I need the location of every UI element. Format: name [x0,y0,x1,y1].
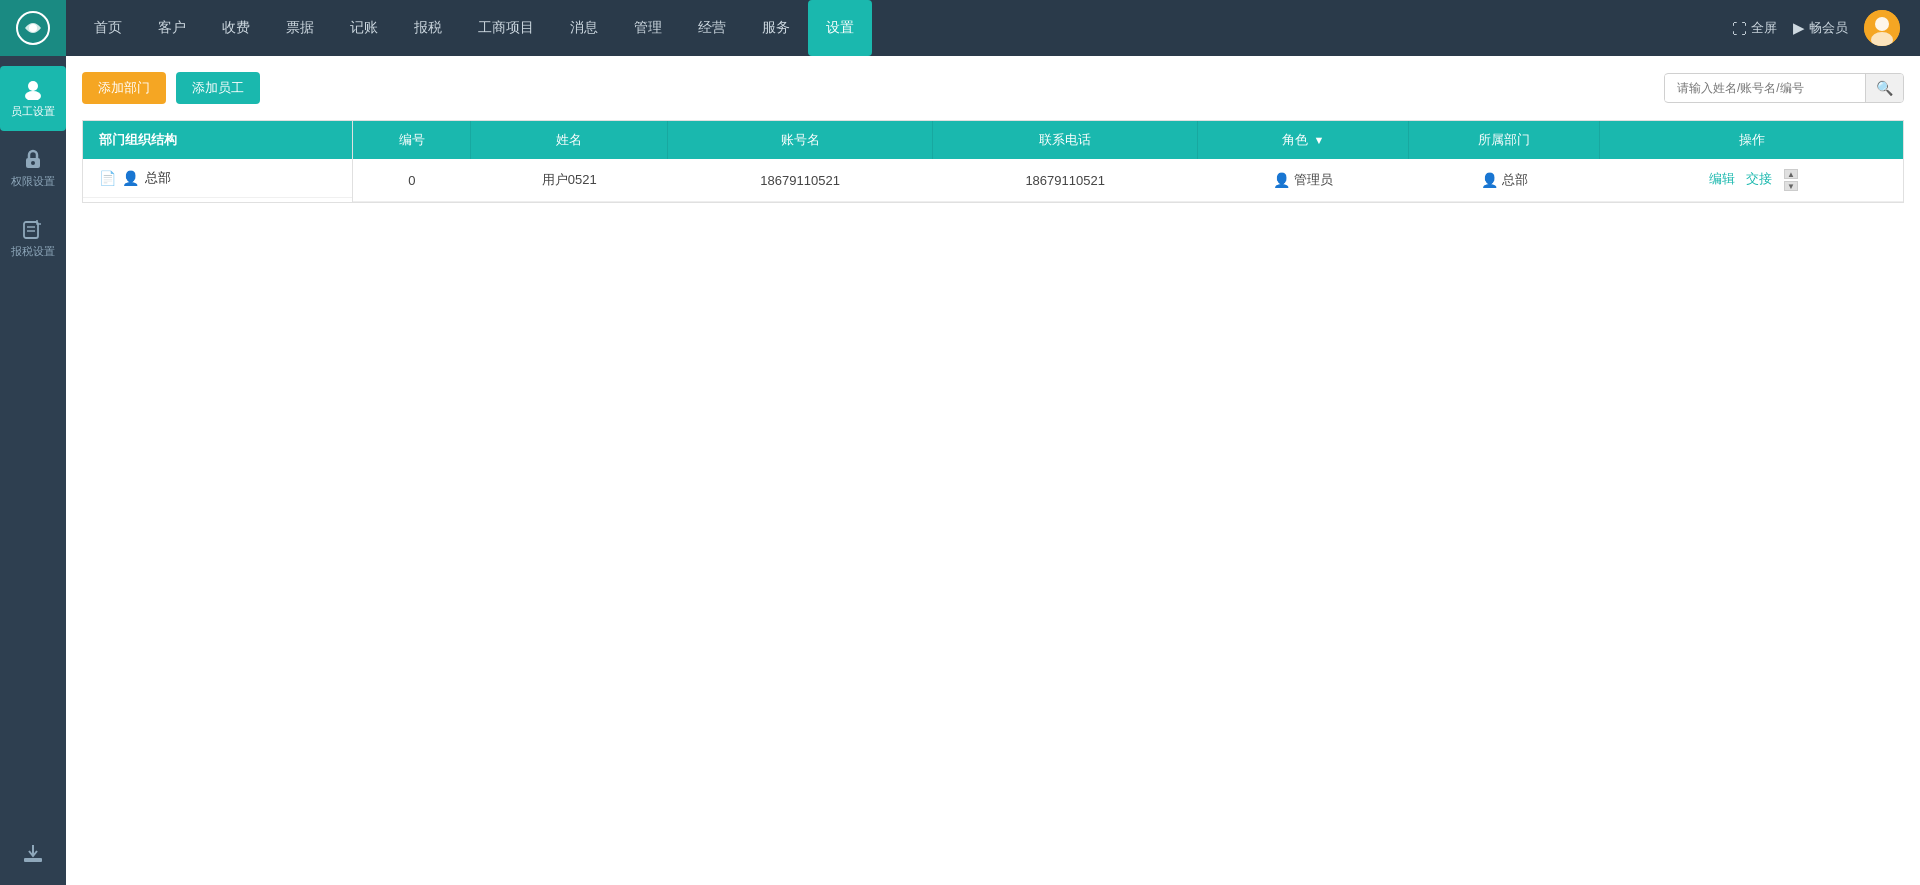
nav-item-operation[interactable]: 经营 [680,0,744,56]
table-header-row: 编号 姓名 账号名 联系电话 角色 ▼ 所属部门 操作 [353,121,1903,159]
sidebar-item-employee-label: 员工设置 [11,104,55,119]
sidebar-item-tax-label: 报税设置 [11,244,55,259]
nav-item-home[interactable]: 首页 [76,0,140,56]
add-dept-button[interactable]: 添加部门 [82,72,166,104]
col-id: 编号 [353,121,471,159]
search-icon: 🔍 [1876,80,1893,96]
member-label: 畅会员 [1809,19,1848,37]
svg-point-5 [28,81,38,91]
svg-point-1 [29,24,37,32]
dept-user-icon: 👤 [1481,172,1498,188]
sidebar-download[interactable] [0,833,66,875]
filter-icon: ▼ [1313,134,1324,146]
cell-name: 用户0521 [471,159,668,202]
lock-icon [22,148,44,170]
sidebar: 员工设置 权限设置 报税设置 [0,56,66,885]
col-phone: 联系电话 [933,121,1198,159]
logo-area [0,0,66,56]
nav-item-tax[interactable]: 报税 [396,0,460,56]
download-icon [22,843,44,865]
cell-actions: 编辑 交接 ▲ ▼ [1600,159,1903,202]
search-area: 🔍 [1664,73,1904,103]
scroll-up[interactable]: ▲ [1784,169,1798,179]
col-role[interactable]: 角色 ▼ [1198,121,1409,159]
transfer-link[interactable]: 交接 [1746,171,1772,186]
svg-point-3 [1875,17,1889,31]
nav-item-service[interactable]: 服务 [744,0,808,56]
cell-id: 0 [353,159,471,202]
search-button[interactable]: 🔍 [1865,74,1903,102]
nav-item-settings[interactable]: 设置 [808,0,872,56]
nav-item-message[interactable]: 消息 [552,0,616,56]
nav-item-invoice[interactable]: 票据 [268,0,332,56]
emp-table-wrap: 编号 姓名 账号名 联系电话 角色 ▼ 所属部门 操作 [353,121,1903,202]
content-area: 添加部门 添加员工 🔍 部门组织结构 📄 👤 总部 [66,56,1920,885]
dept-tree-item-root[interactable]: 📄 👤 总部 [83,159,352,198]
edit-link[interactable]: 编辑 [1709,171,1735,186]
svg-point-8 [31,161,35,165]
dept-tree-header: 部门组织结构 [83,121,352,159]
nav-item-manage[interactable]: 管理 [616,0,680,56]
col-action: 操作 [1600,121,1903,159]
nav-item-biz[interactable]: 工商项目 [460,0,552,56]
cell-phone: 18679110521 [933,159,1198,202]
svg-point-6 [25,91,41,100]
nav-item-fee[interactable]: 收费 [204,0,268,56]
toolbar: 添加部门 添加员工 🔍 [82,72,1904,104]
scroll-down[interactable]: ▼ [1784,181,1798,191]
role-user-icon: 👤 [1273,172,1290,188]
file-icon: 📄 [99,170,116,186]
nav-right: ⛶ 全屏 ▶ 畅会员 [1732,10,1920,46]
fullscreen-label: 全屏 [1751,19,1777,37]
dept-tree: 部门组织结构 📄 👤 总部 [83,121,353,202]
add-emp-button[interactable]: 添加员工 [176,72,260,104]
dept-item-label: 总部 [145,169,171,187]
nav-item-customer[interactable]: 客户 [140,0,204,56]
main-layout: 员工设置 权限设置 报税设置 [0,56,1920,885]
logo-icon [15,10,51,46]
fullscreen-icon: ⛶ [1732,20,1747,37]
member-btn[interactable]: ▶ 畅会员 [1793,19,1848,37]
sidebar-item-permission[interactable]: 权限设置 [0,136,66,201]
two-col-layout: 部门组织结构 📄 👤 总部 编号 姓名 账号名 联系电话 [82,120,1904,203]
fullscreen-btn[interactable]: ⛶ 全屏 [1732,19,1777,37]
col-role-label: 角色 [1282,132,1308,147]
table-row: 0 用户0521 18679110521 18679110521 👤 管理员 👤… [353,159,1903,202]
cell-role: 👤 管理员 [1198,159,1409,202]
sidebar-item-employee[interactable]: 员工设置 [0,66,66,131]
sidebar-item-permission-label: 权限设置 [11,174,55,189]
dept-label: 总部 [1502,171,1528,189]
col-dept: 所属部门 [1408,121,1599,159]
tax-icon [22,218,44,240]
cell-account: 18679110521 [668,159,933,202]
nav-item-account[interactable]: 记账 [332,0,396,56]
member-icon: ▶ [1793,19,1805,37]
nav-items: 首页 客户 收费 票据 记账 报税 工商项目 消息 管理 经营 服务 设置 [66,0,1732,56]
emp-table: 编号 姓名 账号名 联系电话 角色 ▼ 所属部门 操作 [353,121,1903,202]
avatar-img [1864,10,1900,46]
avatar[interactable] [1864,10,1900,46]
cell-dept: 👤 总部 [1408,159,1599,202]
person-settings-icon [22,78,44,100]
dept-user-icon: 👤 [122,170,139,186]
svg-rect-12 [24,858,42,862]
search-input[interactable] [1665,75,1865,101]
role-label: 管理员 [1294,171,1333,189]
svg-rect-9 [24,222,38,238]
sidebar-item-tax-settings[interactable]: 报税设置 [0,206,66,271]
top-nav: 首页 客户 收费 票据 记账 报税 工商项目 消息 管理 经营 服务 设置 ⛶ … [0,0,1920,56]
col-name: 姓名 [471,121,668,159]
col-account: 账号名 [668,121,933,159]
